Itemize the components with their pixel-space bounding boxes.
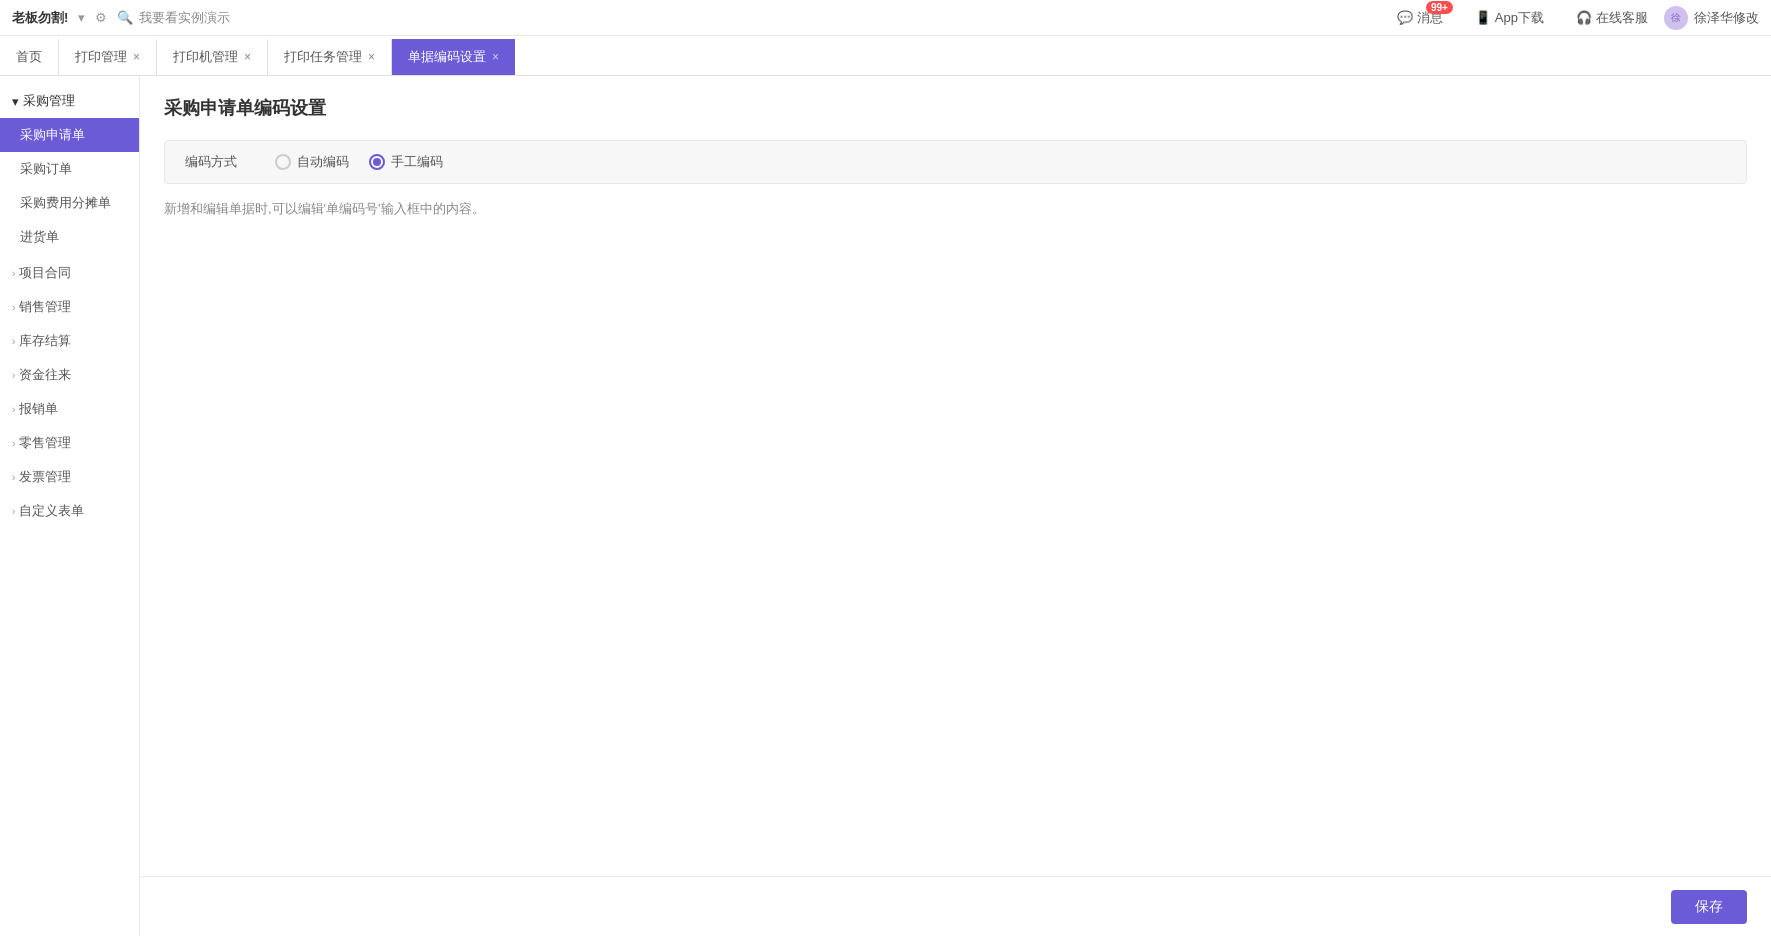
brand-title: 老板勿割! <box>12 9 68 27</box>
tab-bill-code-settings[interactable]: 单据编码设置 × <box>392 39 515 75</box>
manual-code-radio[interactable] <box>369 154 385 170</box>
coding-method-row: 编码方式 自动编码 手工编码 <box>164 140 1747 184</box>
sidebar-item-retail-mgmt[interactable]: › 零售管理 <box>0 426 139 460</box>
service-label: 在线客服 <box>1596 9 1648 27</box>
top-bar-left: 老板勿割! ▾ ⚙ 🔍 我要看实例演示 <box>12 9 230 27</box>
sidebar-item-retail-mgmt-label: 零售管理 <box>19 434 71 452</box>
chevron-right-icon: › <box>12 404 15 415</box>
chevron-right-icon: › <box>12 336 15 347</box>
sidebar-item-stock-in-label: 进货单 <box>20 229 59 244</box>
chevron-right-icon: › <box>12 302 15 313</box>
tab-home-label: 首页 <box>16 48 42 66</box>
sidebar: ▾ 采购管理 采购申请单 采购订单 采购费用分摊单 进货单 › 项目合同 › 销… <box>0 76 140 936</box>
sidebar-item-stock-in[interactable]: 进货单 <box>0 220 139 254</box>
footer-bar: 保存 <box>140 876 1771 936</box>
sidebar-item-return-goods[interactable]: › 报销单 <box>0 392 139 426</box>
search-bar[interactable]: 🔍 我要看实例演示 <box>117 9 230 27</box>
user-info[interactable]: 徐 徐泽华修改 <box>1664 6 1759 30</box>
sidebar-item-inventory-settle-label: 库存结算 <box>19 332 71 350</box>
sidebar-item-purchase-request[interactable]: 采购申请单 <box>0 118 139 152</box>
hint-text: 新增和编辑单据时,可以编辑'单编码号'输入框中的内容。 <box>164 200 1747 218</box>
message-button[interactable]: 💬 消息 99+ <box>1397 9 1443 27</box>
sidebar-item-capital-flow[interactable]: › 资金往来 <box>0 358 139 392</box>
tab-print-task-mgmt-close[interactable]: × <box>368 50 375 64</box>
sidebar-item-purchase-request-label: 采购申请单 <box>20 127 85 142</box>
sidebar-group-purchase-label: 采购管理 <box>23 92 75 110</box>
chevron-right-icon: › <box>12 472 15 483</box>
coding-radio-group: 自动编码 手工编码 <box>275 153 443 171</box>
online-service-button[interactable]: 🎧 在线客服 <box>1576 9 1648 27</box>
sidebar-item-project-contract[interactable]: › 项目合同 <box>0 256 139 290</box>
tab-print-task-mgmt[interactable]: 打印任务管理 × <box>268 39 392 75</box>
top-bar-right: 💬 消息 99+ 📱 App下载 🎧 在线客服 徐 徐泽华修改 <box>1397 6 1759 30</box>
chevron-right-icon: › <box>12 506 15 517</box>
manual-code-label: 手工编码 <box>391 153 443 171</box>
sidebar-item-inventory-settle[interactable]: › 库存结算 <box>0 324 139 358</box>
app-download-button[interactable]: 📱 App下载 <box>1475 9 1544 27</box>
username-label: 徐泽华修改 <box>1694 9 1759 27</box>
auto-code-option[interactable]: 自动编码 <box>275 153 349 171</box>
service-icon: 🎧 <box>1576 10 1592 25</box>
sidebar-item-sales-mgmt-label: 销售管理 <box>19 298 71 316</box>
sidebar-item-sales-mgmt[interactable]: › 销售管理 <box>0 290 139 324</box>
tab-print-mgmt-label: 打印管理 <box>75 48 127 66</box>
sidebar-group-purchase-title[interactable]: ▾ 采购管理 <box>0 84 139 118</box>
search-placeholder-text: 我要看实例演示 <box>139 9 230 27</box>
auto-code-radio[interactable] <box>275 154 291 170</box>
search-icon: 🔍 <box>117 10 133 25</box>
message-icon: 💬 <box>1397 10 1413 25</box>
tab-home[interactable]: 首页 <box>0 39 59 75</box>
avatar: 徐 <box>1664 6 1688 30</box>
sidebar-item-invoice-mgmt-label: 发票管理 <box>19 468 71 486</box>
chevron-down-icon: ▾ <box>12 94 19 109</box>
tab-print-mgmt-close[interactable]: × <box>133 50 140 64</box>
sidebar-item-capital-flow-label: 资金往来 <box>19 366 71 384</box>
sidebar-item-custom-forms[interactable]: › 自定义表单 <box>0 494 139 528</box>
tab-print-task-mgmt-label: 打印任务管理 <box>284 48 362 66</box>
tab-bill-code-settings-label: 单据编码设置 <box>408 48 486 66</box>
layout: ▾ 采购管理 采购申请单 采购订单 采购费用分摊单 进货单 › 项目合同 › 销… <box>0 76 1771 936</box>
tab-printer-mgmt-close[interactable]: × <box>244 50 251 64</box>
app-label: App下载 <box>1495 9 1544 27</box>
sidebar-item-custom-forms-label: 自定义表单 <box>19 502 84 520</box>
chevron-down-icon[interactable]: ▾ <box>78 10 85 25</box>
top-bar: 老板勿割! ▾ ⚙ 🔍 我要看实例演示 💬 消息 99+ 📱 App下载 🎧 在… <box>0 0 1771 36</box>
coding-method-label: 编码方式 <box>185 153 245 171</box>
app-icon: 📱 <box>1475 10 1491 25</box>
main-content: 采购申请单编码设置 编码方式 自动编码 手工编码 新增和编辑单据时,可以编辑'单… <box>140 76 1771 936</box>
sidebar-item-return-goods-label: 报销单 <box>19 400 58 418</box>
sidebar-item-purchase-order-label: 采购订单 <box>20 161 72 176</box>
sidebar-item-invoice-mgmt[interactable]: › 发票管理 <box>0 460 139 494</box>
sidebar-item-purchase-expense[interactable]: 采购费用分摊单 <box>0 186 139 220</box>
chevron-right-icon: › <box>12 438 15 449</box>
message-badge: 99+ <box>1426 1 1453 14</box>
manual-code-option[interactable]: 手工编码 <box>369 153 443 171</box>
sidebar-item-purchase-order[interactable]: 采购订单 <box>0 152 139 186</box>
sidebar-item-project-contract-label: 项目合同 <box>19 264 71 282</box>
tab-bill-code-settings-close[interactable]: × <box>492 50 499 64</box>
tab-printer-mgmt[interactable]: 打印机管理 × <box>157 39 268 75</box>
gear-icon[interactable]: ⚙ <box>95 10 107 25</box>
tab-printer-mgmt-label: 打印机管理 <box>173 48 238 66</box>
sidebar-item-purchase-expense-label: 采购费用分摊单 <box>20 195 111 210</box>
chevron-right-icon: › <box>12 268 15 279</box>
tab-bar: 首页 打印管理 × 打印机管理 × 打印任务管理 × 单据编码设置 × <box>0 36 1771 76</box>
page-title: 采购申请单编码设置 <box>164 96 1747 120</box>
tab-print-mgmt[interactable]: 打印管理 × <box>59 39 157 75</box>
auto-code-label: 自动编码 <box>297 153 349 171</box>
content-area: 采购申请单编码设置 编码方式 自动编码 手工编码 新增和编辑单据时,可以编辑'单… <box>140 76 1771 876</box>
save-button[interactable]: 保存 <box>1671 890 1747 924</box>
sidebar-group-purchase: ▾ 采购管理 采购申请单 采购订单 采购费用分摊单 进货单 <box>0 84 139 254</box>
chevron-right-icon: › <box>12 370 15 381</box>
